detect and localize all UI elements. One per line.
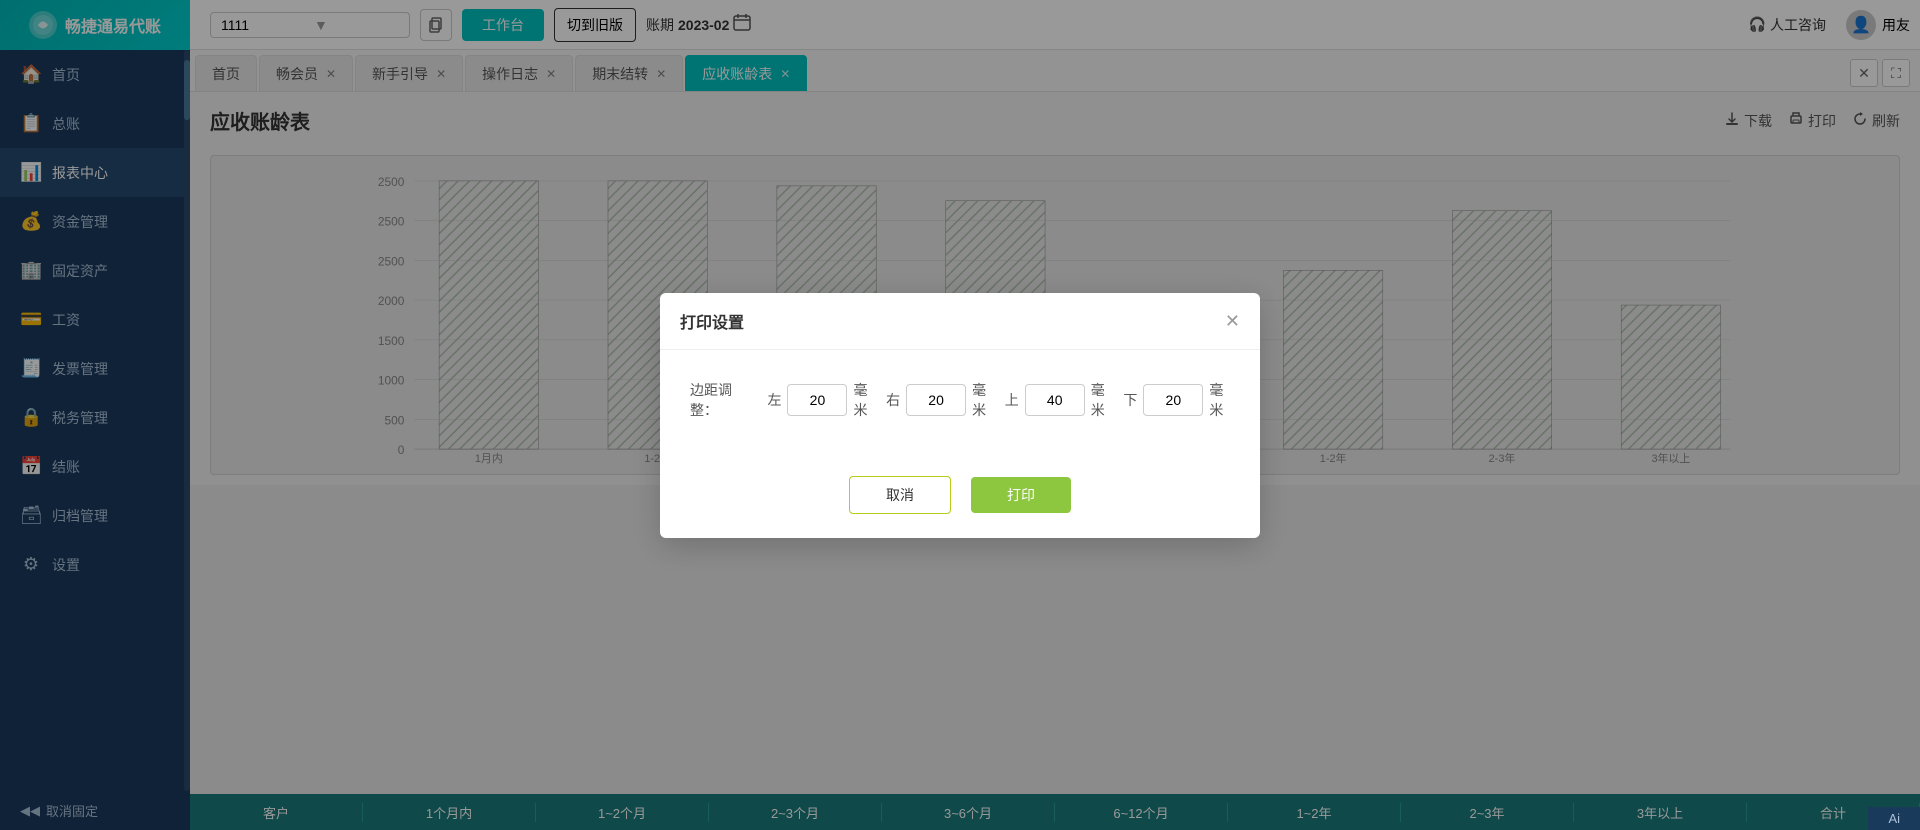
modal-header: 打印设置 ✕ <box>660 293 1260 350</box>
bottom-margin-group: 下 毫米 <box>1123 380 1230 420</box>
margin-label: 边距调整： <box>690 380 755 420</box>
margin-row: 边距调整： 左 毫米 右 毫米 上 毫米 下 <box>690 380 1230 420</box>
top-margin-input[interactable] <box>1025 384 1085 416</box>
modal-body: 边距调整： 左 毫米 右 毫米 上 毫米 下 <box>660 350 1260 460</box>
ai-bottom-bar[interactable]: Ai <box>1868 807 1920 830</box>
right-margin-group: 右 毫米 <box>886 380 993 420</box>
bottom-margin-input[interactable] <box>1143 384 1203 416</box>
bottom-unit: 毫米 <box>1209 380 1230 420</box>
top-margin-group: 上 毫米 <box>1005 380 1112 420</box>
left-unit: 毫米 <box>853 380 874 420</box>
modal-close-button[interactable]: ✕ <box>1225 312 1240 330</box>
top-unit: 毫米 <box>1091 380 1112 420</box>
print-settings-modal: 打印设置 ✕ 边距调整： 左 毫米 右 毫米 上 毫米 <box>660 293 1260 538</box>
ai-label: Ai <box>1888 811 1900 826</box>
top-label: 上 <box>1005 390 1019 410</box>
left-label: 左 <box>767 390 781 410</box>
right-label: 右 <box>886 390 900 410</box>
left-margin-input[interactable] <box>787 384 847 416</box>
modal-overlay: 打印设置 ✕ 边距调整： 左 毫米 右 毫米 上 毫米 <box>0 0 1920 830</box>
cancel-button[interactable]: 取消 <box>849 476 951 514</box>
left-margin-group: 左 毫米 <box>767 380 874 420</box>
print-confirm-button[interactable]: 打印 <box>971 477 1071 513</box>
right-margin-input[interactable] <box>906 384 966 416</box>
bottom-label: 下 <box>1123 390 1137 410</box>
modal-footer: 取消 打印 <box>660 460 1260 538</box>
modal-title: 打印设置 <box>680 309 744 333</box>
right-unit: 毫米 <box>972 380 993 420</box>
